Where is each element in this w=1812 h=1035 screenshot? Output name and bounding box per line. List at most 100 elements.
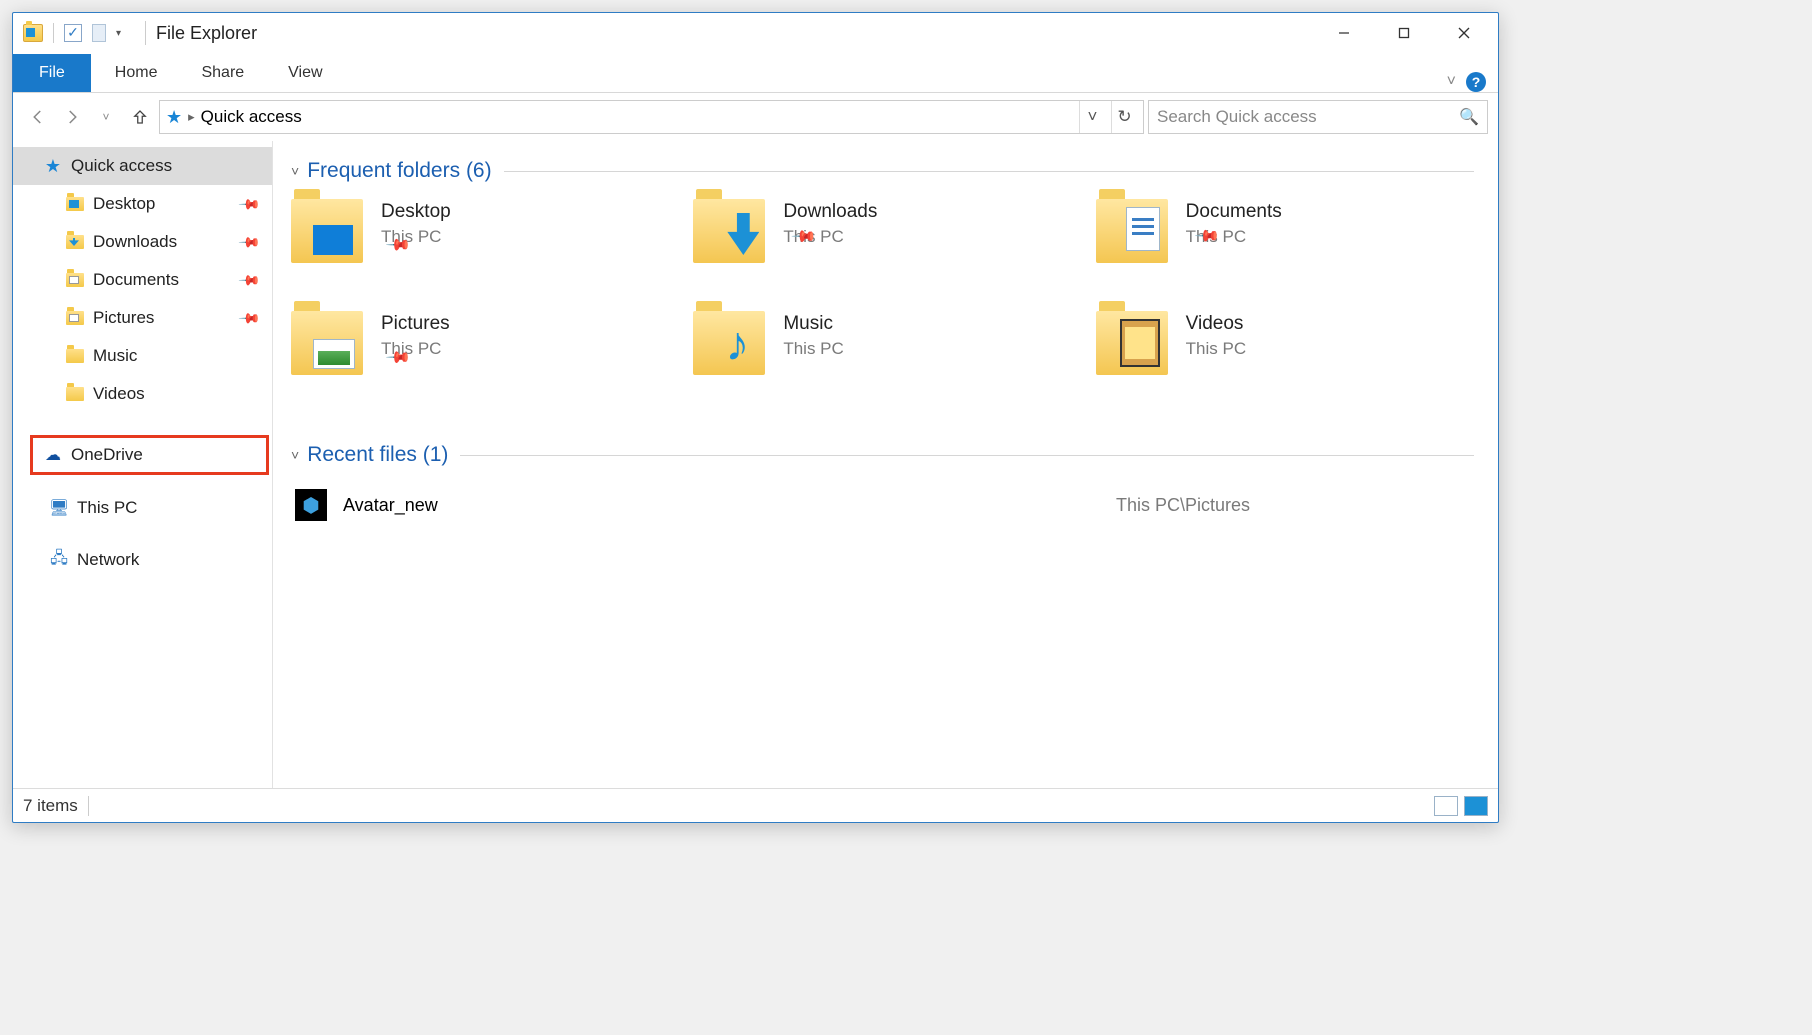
- folder-icon: ♪: [693, 311, 765, 375]
- ribbon-tab-view[interactable]: View: [266, 54, 344, 92]
- help-icon[interactable]: ?: [1466, 72, 1486, 92]
- close-button[interactable]: [1434, 13, 1494, 53]
- sidebar-this-pc[interactable]: 🖥 This PC: [13, 489, 272, 527]
- folder-name: Music: [783, 313, 843, 335]
- pin-icon: 📌: [237, 306, 261, 330]
- pin-icon: 📌: [237, 230, 261, 254]
- recent-file-name: Avatar_new: [343, 495, 438, 516]
- qat-dropdown-icon[interactable]: ▾: [116, 28, 121, 39]
- folder-icon: [66, 273, 84, 287]
- recent-file-row[interactable]: ⬢ Avatar_new This PC\Pictures: [291, 483, 1474, 527]
- folder-name: Documents: [1186, 201, 1282, 223]
- nav-up-button[interactable]: [125, 102, 155, 132]
- folder-icon: [291, 199, 363, 263]
- folder-name: Desktop: [381, 201, 451, 223]
- sidebar-onedrive[interactable]: ☁ OneDrive: [31, 436, 268, 474]
- window-controls: [1314, 13, 1494, 53]
- sidebar-item-label: Downloads: [93, 232, 177, 252]
- sidebar-item-label: Music: [93, 346, 137, 366]
- group-label: Recent files (1): [307, 443, 448, 467]
- search-box[interactable]: 🔍: [1148, 100, 1488, 134]
- ribbon-tab-file[interactable]: File: [13, 54, 91, 92]
- ribbon-tab-share[interactable]: Share: [179, 54, 266, 92]
- star-icon: ★: [43, 157, 63, 175]
- sidebar-quick-access[interactable]: ★ Quick access: [13, 147, 272, 185]
- sidebar-item-desktop[interactable]: Desktop 📌: [13, 185, 272, 223]
- folder-icon: [66, 311, 84, 325]
- sidebar-item-label: Videos: [93, 384, 145, 404]
- folder-music[interactable]: ♪ Music This PC: [693, 311, 1071, 415]
- sidebar-item-pictures[interactable]: Pictures 📌: [13, 299, 272, 337]
- quick-access-star-icon: ★: [166, 107, 182, 128]
- file-explorer-window: ✓ ▾ File Explorer File Home Share View ˅…: [12, 12, 1499, 823]
- content-pane: ˅ Frequent folders (6) Desktop This PC 📌: [273, 141, 1498, 788]
- status-bar: 7 items: [13, 788, 1498, 822]
- onedrive-icon: ☁: [43, 446, 63, 464]
- address-bar[interactable]: ★ ▸ Quick access ˅ ↻: [159, 100, 1144, 134]
- sidebar-item-videos[interactable]: Videos: [13, 375, 272, 413]
- maximize-button[interactable]: [1374, 13, 1434, 53]
- sidebar-label: OneDrive: [71, 445, 143, 465]
- folder-downloads[interactable]: Downloads This PC 📌: [693, 199, 1071, 303]
- folder-icon: [693, 199, 765, 263]
- frequent-folders-grid: Desktop This PC 📌 Downloads This PC 📌: [291, 199, 1474, 415]
- folder-videos[interactable]: Videos This PC: [1096, 311, 1474, 415]
- ribbon-collapse-icon[interactable]: ˅: [1447, 73, 1456, 91]
- minimize-button[interactable]: [1314, 13, 1374, 53]
- folder-location: This PC: [1186, 339, 1246, 359]
- folder-icon: [291, 311, 363, 375]
- folder-icon: [1096, 311, 1168, 375]
- sidebar-item-label: Documents: [93, 270, 179, 290]
- folder-name: Pictures: [381, 313, 450, 335]
- sidebar-item-music[interactable]: Music: [13, 337, 272, 375]
- folder-icon: [66, 349, 84, 363]
- sidebar-network[interactable]: 🖧 Network: [13, 541, 272, 579]
- network-icon: 🖧: [49, 551, 69, 569]
- group-label: Frequent folders (6): [307, 159, 491, 183]
- navigation-bar: ˅ ★ ▸ Quick access ˅ ↻ 🔍: [13, 93, 1498, 141]
- folder-name: Downloads: [783, 201, 877, 223]
- ribbon: File Home Share View ˅ ?: [13, 53, 1498, 93]
- navigation-pane: ★ Quick access Desktop 📌 Downloads 📌 Doc…: [13, 141, 273, 788]
- this-pc-icon: 🖥: [49, 499, 69, 517]
- folder-desktop[interactable]: Desktop This PC 📌: [291, 199, 669, 303]
- folder-location: This PC: [783, 339, 843, 359]
- breadcrumb-separator-icon: ▸: [188, 109, 195, 125]
- address-history-dropdown[interactable]: ˅: [1079, 101, 1105, 133]
- chevron-down-icon: ˅: [291, 447, 299, 463]
- chevron-down-icon: ˅: [291, 163, 299, 179]
- folder-icon: [66, 235, 84, 249]
- nav-back-button[interactable]: [23, 102, 53, 132]
- separator: [145, 21, 146, 45]
- group-header-recent[interactable]: ˅ Recent files (1): [291, 443, 1474, 467]
- view-large-icons-button[interactable]: [1464, 796, 1488, 816]
- refresh-button[interactable]: ↻: [1111, 101, 1137, 133]
- folder-icon: [66, 387, 84, 401]
- nav-history-dropdown[interactable]: ˅: [91, 102, 121, 132]
- folder-name: Videos: [1186, 313, 1246, 335]
- view-details-button[interactable]: [1434, 796, 1458, 816]
- folder-documents[interactable]: Documents This PC 📌: [1096, 199, 1474, 303]
- sidebar-label: This PC: [77, 498, 137, 518]
- folder-pictures[interactable]: Pictures This PC 📌: [291, 311, 669, 415]
- pin-icon: 📌: [237, 192, 261, 216]
- breadcrumb-location[interactable]: Quick access: [201, 107, 302, 127]
- search-icon[interactable]: 🔍: [1459, 107, 1479, 127]
- search-input[interactable]: [1157, 107, 1459, 127]
- group-header-frequent[interactable]: ˅ Frequent folders (6): [291, 159, 1474, 183]
- properties-qat-button[interactable]: ✓: [64, 24, 82, 42]
- status-item-count: 7 items: [23, 796, 78, 816]
- file-explorer-icon: [23, 24, 43, 42]
- sidebar-label: Quick access: [71, 156, 172, 176]
- sidebar-item-label: Desktop: [93, 194, 155, 214]
- titlebar: ✓ ▾ File Explorer: [13, 13, 1498, 53]
- new-folder-qat-button[interactable]: [92, 24, 106, 42]
- ribbon-tab-home[interactable]: Home: [93, 54, 180, 92]
- separator: [53, 23, 54, 43]
- sidebar-label: Network: [77, 550, 139, 570]
- sidebar-item-documents[interactable]: Documents 📌: [13, 261, 272, 299]
- file-thumbnail-icon: ⬢: [295, 489, 327, 521]
- quick-access-toolbar: ✓ ▾: [23, 23, 121, 43]
- sidebar-item-downloads[interactable]: Downloads 📌: [13, 223, 272, 261]
- nav-forward-button[interactable]: [57, 102, 87, 132]
